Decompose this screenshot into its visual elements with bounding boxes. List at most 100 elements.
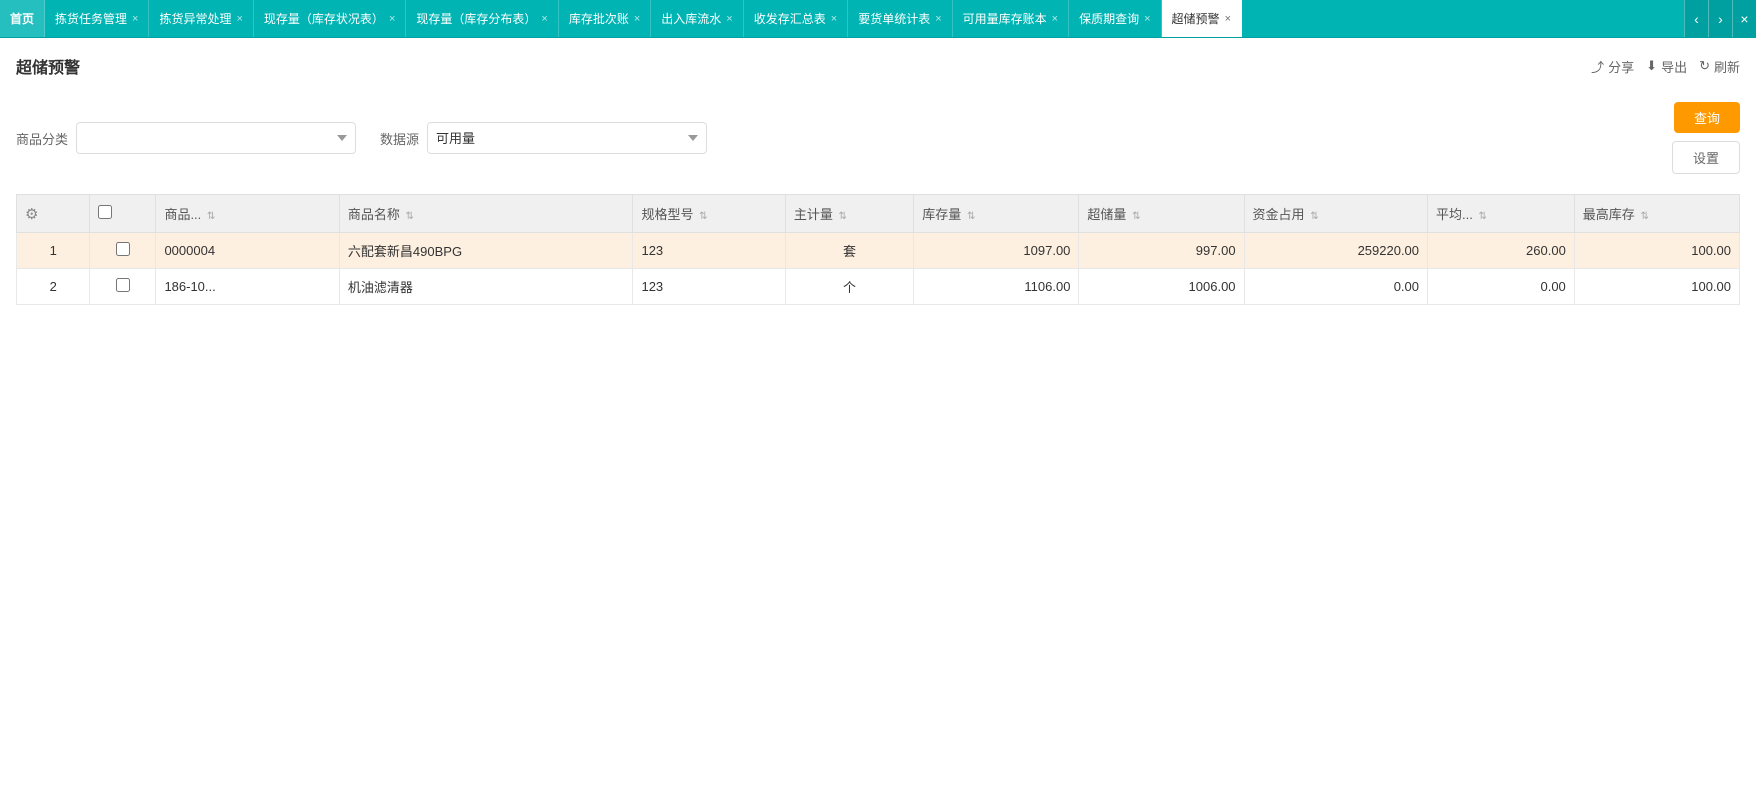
col-unit-label: 主计量 bbox=[794, 207, 833, 222]
sort-over-icon[interactable]: ⇅ bbox=[1132, 211, 1140, 222]
sort-unit-icon[interactable]: ⇅ bbox=[838, 211, 846, 222]
filter-row: 商品分类 数据源 可用量 实际库存 查询 设置 bbox=[16, 94, 1740, 182]
header-actions: ⤴ 分享 ⬇ 导出 ↻ 刷新 bbox=[1591, 57, 1740, 76]
category-select-wrapper bbox=[76, 122, 356, 154]
cell-over: 1006.00 bbox=[1079, 269, 1244, 305]
cell-stock: 1097.00 bbox=[914, 233, 1079, 269]
cell-unit: 套 bbox=[785, 233, 913, 269]
refresh-label: 刷新 bbox=[1714, 57, 1740, 76]
category-select[interactable] bbox=[76, 122, 356, 154]
gear-icon[interactable]: ⚙ bbox=[25, 206, 38, 223]
refresh-button[interactable]: ↻ 刷新 bbox=[1699, 57, 1740, 76]
nav-tab-pick-exception[interactable]: 拣货异常处理 × bbox=[149, 0, 253, 37]
cell-check bbox=[90, 233, 156, 269]
share-icon: ⤴ bbox=[1591, 57, 1604, 76]
nav-tab-over-stock-label: 超储预警 bbox=[1172, 10, 1220, 27]
nav-tab-stock-dist-label: 现存量（库存分布表） bbox=[416, 10, 536, 27]
sort-capital-icon[interactable]: ⇅ bbox=[1310, 211, 1318, 222]
page-title: 超储预警 bbox=[16, 54, 80, 78]
nav-tab-available-account-label: 可用量库存账本 bbox=[963, 10, 1047, 27]
nav-tab-stock-status[interactable]: 现存量（库存状况表） × bbox=[254, 0, 406, 37]
col-header-unit: 主计量 ⇅ bbox=[785, 195, 913, 233]
col-header-settings: ⚙ bbox=[17, 195, 90, 233]
nav-tab-inout-flow-label: 出入库流水 bbox=[661, 10, 721, 27]
cell-avg: 0.00 bbox=[1428, 269, 1575, 305]
nav-tab-stock-dist[interactable]: 现存量（库存分布表） × bbox=[406, 0, 558, 37]
cell-name: 六配套新昌490BPG bbox=[339, 233, 633, 269]
sort-avg-icon[interactable]: ⇅ bbox=[1478, 211, 1486, 222]
col-header-over: 超储量 ⇅ bbox=[1079, 195, 1244, 233]
table-row[interactable]: 1 0000004 六配套新昌490BPG 123 套 1097.00 997.… bbox=[17, 233, 1740, 269]
nav-tab-inout-flow[interactable]: 出入库流水 × bbox=[651, 0, 743, 37]
cell-spec: 123 bbox=[633, 233, 785, 269]
col-header-avg: 平均... ⇅ bbox=[1428, 195, 1575, 233]
sort-name-icon[interactable]: ⇅ bbox=[406, 211, 414, 222]
col-header-capital: 资金占用 ⇅ bbox=[1244, 195, 1427, 233]
nav-tab-batch-account[interactable]: 库存批次账 × bbox=[559, 0, 651, 37]
sort-spec-icon[interactable]: ⇅ bbox=[699, 211, 707, 222]
close-shelf-life-icon[interactable]: × bbox=[1144, 13, 1150, 25]
close-over-stock-icon[interactable]: × bbox=[1225, 13, 1231, 25]
col-avg-label: 平均... bbox=[1436, 207, 1473, 222]
sort-maxstock-icon[interactable]: ⇅ bbox=[1640, 211, 1648, 222]
close-stock-dist-icon[interactable]: × bbox=[541, 13, 547, 25]
nav-tab-order-stat-label: 要货单统计表 bbox=[858, 10, 930, 27]
cell-code: 0000004 bbox=[156, 233, 339, 269]
col-name-label: 商品名称 bbox=[348, 207, 400, 222]
col-spec-label: 规格型号 bbox=[641, 207, 693, 222]
export-icon: ⬇ bbox=[1646, 58, 1657, 74]
cell-check bbox=[90, 269, 156, 305]
datasource-select-wrapper: 可用量 实际库存 bbox=[427, 122, 707, 154]
select-all-checkbox[interactable] bbox=[98, 205, 112, 219]
row-checkbox-0[interactable] bbox=[116, 242, 130, 256]
nav-tab-order-stat[interactable]: 要货单统计表 × bbox=[848, 0, 952, 37]
cell-over: 997.00 bbox=[1079, 233, 1244, 269]
data-table: ⚙ 商品... ⇅ 商品名称 ⇅ 规格型号 ⇅ 主计量 bbox=[16, 194, 1740, 305]
datasource-filter: 数据源 可用量 实际库存 bbox=[380, 122, 707, 154]
nav-close-all-button[interactable]: × bbox=[1732, 0, 1756, 38]
close-order-stat-icon[interactable]: × bbox=[935, 13, 941, 25]
nav-tab-pick-task[interactable]: 拣货任务管理 × bbox=[45, 0, 149, 37]
table-row[interactable]: 2 186-10... 机油滤清器 123 个 1106.00 1006.00 … bbox=[17, 269, 1740, 305]
sort-stock-icon[interactable]: ⇅ bbox=[967, 211, 975, 222]
nav-tab-pick-task-label: 拣货任务管理 bbox=[55, 10, 127, 27]
cell-index: 1 bbox=[17, 233, 90, 269]
nav-tab-shelf-life-label: 保质期查询 bbox=[1079, 10, 1139, 27]
share-label: 分享 bbox=[1608, 57, 1634, 76]
export-button[interactable]: ⬇ 导出 bbox=[1646, 57, 1687, 76]
col-header-code: 商品... ⇅ bbox=[156, 195, 339, 233]
export-label: 导出 bbox=[1661, 57, 1687, 76]
settings-button[interactable]: 设置 bbox=[1672, 141, 1740, 174]
cell-stock: 1106.00 bbox=[914, 269, 1079, 305]
nav-tab-receive-summary[interactable]: 收发存汇总表 × bbox=[744, 0, 848, 37]
close-pick-task-icon[interactable]: × bbox=[132, 13, 138, 25]
col-capital-label: 资金占用 bbox=[1253, 207, 1305, 222]
nav-tab-available-account[interactable]: 可用量库存账本 × bbox=[953, 0, 1069, 37]
col-header-spec: 规格型号 ⇅ bbox=[633, 195, 785, 233]
col-header-name: 商品名称 ⇅ bbox=[339, 195, 633, 233]
close-available-account-icon[interactable]: × bbox=[1052, 13, 1058, 25]
close-batch-account-icon[interactable]: × bbox=[634, 13, 640, 25]
cell-spec: 123 bbox=[633, 269, 785, 305]
row-checkbox-1[interactable] bbox=[116, 278, 130, 292]
close-receive-summary-icon[interactable]: × bbox=[831, 13, 837, 25]
close-stock-status-icon[interactable]: × bbox=[389, 13, 395, 25]
query-button[interactable]: 查询 bbox=[1674, 102, 1740, 133]
nav-tab-home-label: 首页 bbox=[10, 10, 34, 27]
share-button[interactable]: ⤴ 分享 bbox=[1591, 57, 1634, 76]
nav-prev-button[interactable]: ‹ bbox=[1684, 0, 1708, 38]
nav-next-button[interactable]: › bbox=[1708, 0, 1732, 38]
close-pick-exception-icon[interactable]: × bbox=[236, 13, 242, 25]
nav-tab-home[interactable]: 首页 bbox=[0, 0, 45, 37]
cell-capital: 259220.00 bbox=[1244, 233, 1427, 269]
sort-code-icon[interactable]: ⇅ bbox=[207, 211, 215, 222]
cell-index: 2 bbox=[17, 269, 90, 305]
nav-tab-over-stock[interactable]: 超储预警 × bbox=[1162, 0, 1242, 37]
nav-tab-shelf-life[interactable]: 保质期查询 × bbox=[1069, 0, 1161, 37]
datasource-select[interactable]: 可用量 实际库存 bbox=[427, 122, 707, 154]
top-navigation: 首页 拣货任务管理 × 拣货异常处理 × 现存量（库存状况表） × 现存量（库存… bbox=[0, 0, 1756, 38]
nav-tab-stock-status-label: 现存量（库存状况表） bbox=[264, 10, 384, 27]
close-inout-flow-icon[interactable]: × bbox=[726, 13, 732, 25]
cell-maxstock: 100.00 bbox=[1574, 269, 1739, 305]
col-header-check bbox=[90, 195, 156, 233]
